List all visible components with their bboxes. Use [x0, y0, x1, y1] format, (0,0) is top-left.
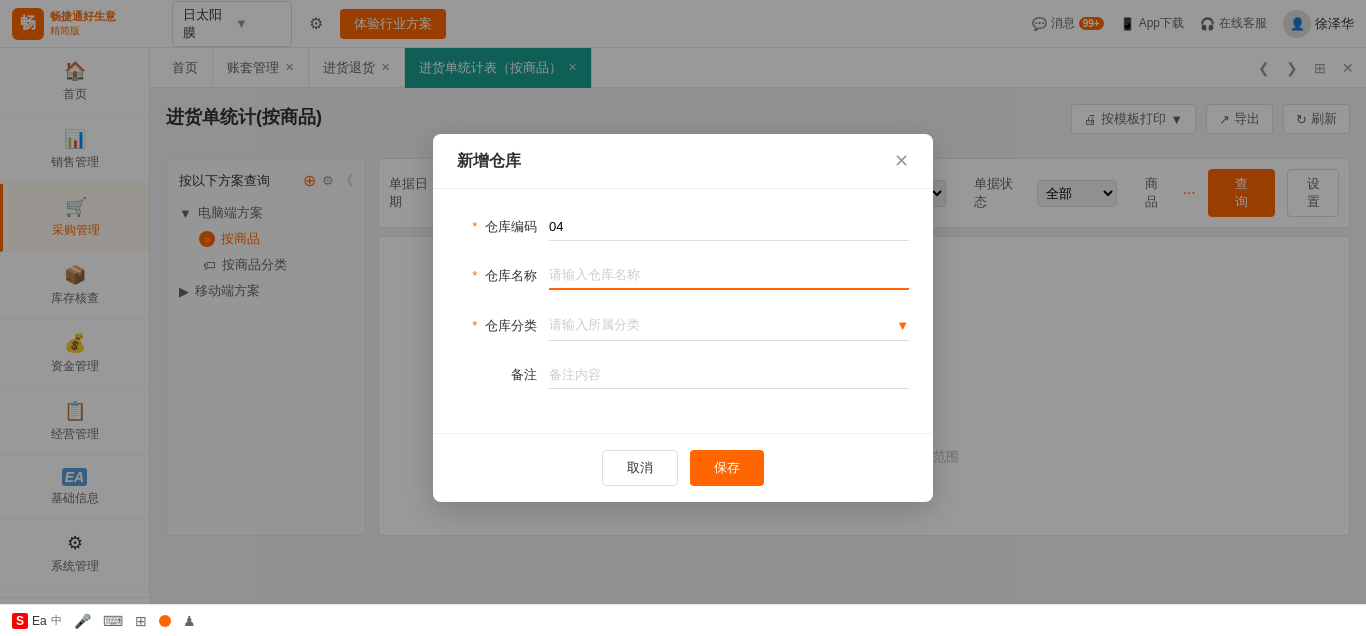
s-icon-bottom: S [12, 613, 28, 629]
warehouse-code-input[interactable] [549, 213, 909, 241]
save-button[interactable]: 保存 [690, 450, 764, 486]
modal-footer: 取消 保存 [433, 433, 933, 502]
warehouse-note-row: 备注 [457, 361, 909, 389]
modal-close-button[interactable]: ✕ [894, 150, 909, 172]
warehouse-name-input[interactable] [549, 261, 909, 290]
category-dropdown-icon: ▼ [896, 318, 909, 333]
warehouse-category-label: * 仓库分类 [457, 317, 537, 335]
s-label-bottom: Ea [32, 614, 47, 628]
chess-icon-bottom[interactable]: ♟ [183, 613, 196, 629]
warehouse-name-row: * 仓库名称 [457, 261, 909, 290]
bottom-bar: S Ea 中 🎤 ⌨ ⊞ ♟ [0, 604, 1366, 636]
warehouse-code-label: * 仓库编码 [457, 218, 537, 236]
keyboard-icon-bottom[interactable]: ⌨ [103, 613, 123, 629]
cancel-button[interactable]: 取消 [602, 450, 678, 486]
modal-body: * 仓库编码 * 仓库名称 * 仓库分类 请输入 [433, 189, 933, 433]
modal-title: 新增仓库 [457, 151, 521, 172]
mic-icon-bottom[interactable]: 🎤 [74, 613, 91, 629]
circle-icon-bottom [159, 615, 171, 627]
warehouse-category-row: * 仓库分类 请输入所属分类 ▼ [457, 310, 909, 341]
warehouse-note-input[interactable] [549, 361, 909, 389]
warehouse-code-row: * 仓库编码 [457, 213, 909, 241]
warehouse-category-select[interactable]: 请输入所属分类 ▼ [549, 310, 909, 341]
warehouse-name-label: * 仓库名称 [457, 267, 537, 285]
s-text-bottom: 中 [51, 613, 62, 628]
modal-add-warehouse: 新增仓库 ✕ * 仓库编码 * 仓库名称 [433, 134, 933, 502]
s-logo-bottom: S Ea 中 [12, 613, 62, 629]
grid-icon-bottom[interactable]: ⊞ [135, 613, 147, 629]
modal-header: 新增仓库 ✕ [433, 134, 933, 189]
modal-overlay[interactable]: 新增仓库 ✕ * 仓库编码 * 仓库名称 [0, 0, 1366, 636]
warehouse-note-label: 备注 [457, 366, 537, 384]
